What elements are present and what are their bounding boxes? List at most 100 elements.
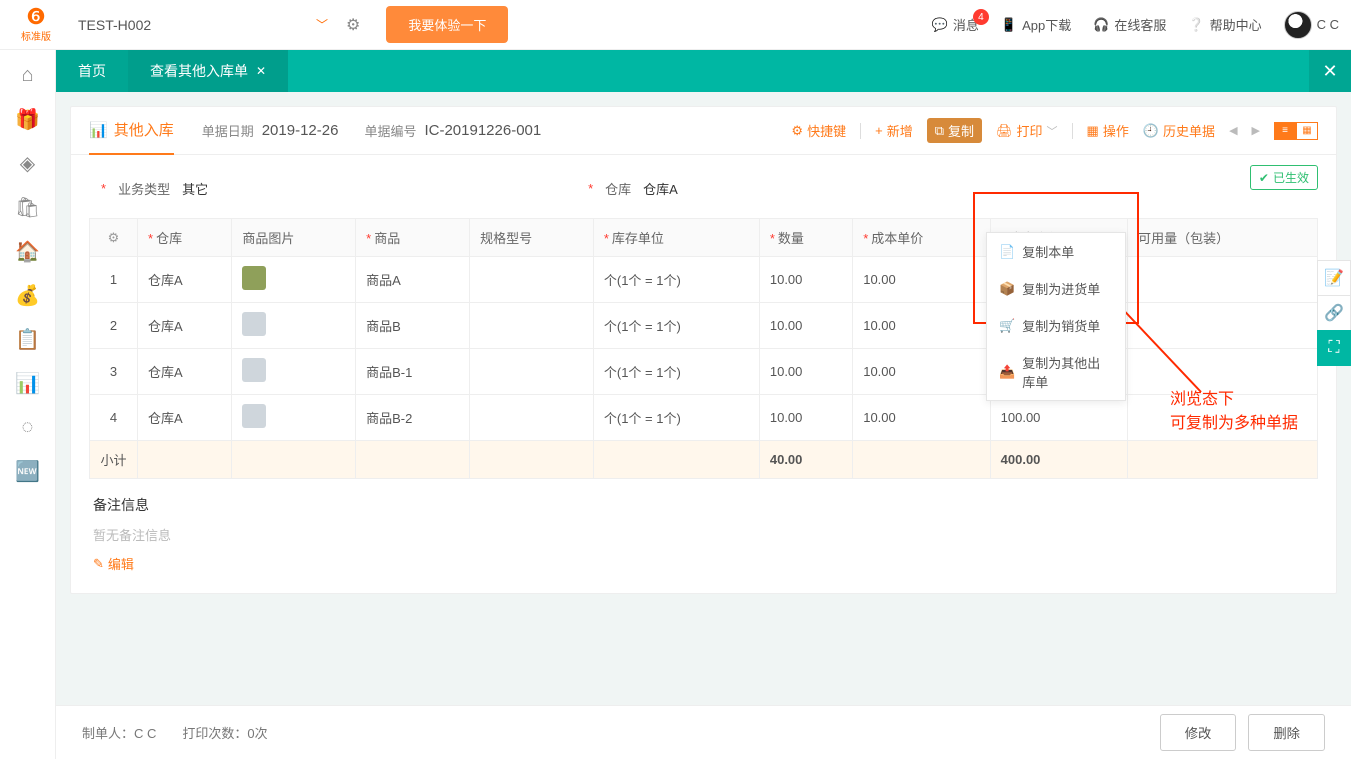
cell-product: 商品B-2 — [356, 395, 470, 441]
col-unit: 库存单位 — [593, 219, 759, 257]
nav-gift-icon[interactable]: 🎁 — [17, 108, 39, 130]
cell-warehouse: 仓库A — [138, 257, 232, 303]
shortcut-action[interactable]: ⚙ 快捷键 — [791, 121, 846, 140]
chevron-left-icon[interactable]: ◀ — [1229, 124, 1237, 137]
required-star: * — [101, 181, 106, 196]
nav-home-icon[interactable]: ⌂ — [17, 64, 39, 86]
biz-type-field: * 业务类型 其它 — [101, 179, 208, 198]
cell-unit-cost: 10.00 — [853, 257, 990, 303]
tab-close-all-button[interactable]: ✕ — [1309, 50, 1351, 92]
table-row[interactable]: 2仓库A商品B个(1个 = 1个)10.0010.00100.00 — [90, 303, 1318, 349]
check-icon: ✔ — [1259, 171, 1269, 185]
org-selector[interactable]: TEST-H002 ﹀ — [78, 16, 328, 33]
divider — [1072, 123, 1073, 139]
table-row[interactable]: 1仓库A商品A个(1个 = 1个)10.0010.00100.00 — [90, 257, 1318, 303]
edit-remarks-link[interactable]: ✎ 编辑 — [93, 554, 134, 573]
remarks-section: 备注信息 暂无备注信息 ✎ 编辑 — [93, 495, 1314, 573]
nav-report-icon[interactable]: 📊 — [17, 372, 39, 394]
table-wrap: ⚙ 仓库 商品图片 商品 规格型号 库存单位 数量 成本单价 成本金额 可用量（… — [89, 218, 1318, 479]
top-right-nav: 💬 消息 4 📱 App下载 🎧 在线客服 ❔ 帮助中心 C C — [932, 11, 1339, 39]
copy-purchase-item[interactable]: 📦复制为进货单 — [987, 270, 1125, 307]
gear-icon: ⚙ — [791, 123, 803, 139]
history-icon: 🕘 — [1143, 123, 1159, 139]
cell-available — [1128, 303, 1318, 349]
copy-other-out-item[interactable]: 📤复制为其他出库单 — [987, 344, 1125, 400]
nav-circle-icon[interactable]: ◌ — [17, 416, 39, 438]
tab-current[interactable]: 查看其他入库单 ✕ — [128, 50, 288, 92]
col-gear[interactable]: ⚙ — [90, 219, 138, 257]
cart-icon: 🛒 — [999, 318, 1015, 334]
modify-button[interactable]: 修改 — [1160, 714, 1237, 751]
cell-spec — [470, 303, 594, 349]
user-menu[interactable]: C C — [1284, 11, 1339, 39]
tab-home[interactable]: 首页 — [56, 50, 128, 92]
expand-icon[interactable]: ⛶ — [1317, 330, 1351, 366]
remarks-title: 备注信息 — [93, 495, 1314, 515]
delete-button[interactable]: 删除 — [1248, 714, 1325, 751]
headset-icon: 🎧 — [1093, 17, 1109, 33]
copy-icon: ⧉ — [935, 123, 944, 139]
view-list-button[interactable]: ≡ — [1274, 122, 1296, 140]
subtotal-qty: 40.00 — [759, 441, 852, 479]
app-download-link[interactable]: 📱 App下载 — [1001, 15, 1071, 34]
table-header-row: ⚙ 仓库 商品图片 商品 规格型号 库存单位 数量 成本单价 成本金额 可用量（… — [90, 219, 1318, 257]
chevron-right-icon[interactable]: ▶ — [1252, 124, 1260, 137]
row-index: 3 — [90, 349, 138, 395]
help-center-link[interactable]: ❔ 帮助中心 — [1188, 15, 1261, 34]
subtotal-label: 小计 — [90, 441, 138, 479]
table-row[interactable]: 4仓库A商品B-2个(1个 = 1个)10.0010.00100.00 — [90, 395, 1318, 441]
col-product: 商品 — [356, 219, 470, 257]
edition-label: 标准版 — [21, 28, 51, 43]
close-icon[interactable]: ✕ — [256, 64, 266, 78]
workspace: 📊 其他入库 单据日期 2019-12-26 单据编号 IC-20191226-… — [56, 92, 1351, 759]
logo-icon: ❻ — [26, 6, 46, 28]
gear-icon[interactable]: ⚙ — [346, 15, 360, 35]
biz-type-value: 其它 — [182, 179, 208, 198]
cell-image — [232, 349, 356, 395]
nav-money-icon[interactable]: 💰 — [17, 284, 39, 306]
divider — [860, 123, 861, 139]
cell-unit-cost: 10.00 — [853, 395, 990, 441]
copy-action[interactable]: ⧉ 复制 — [927, 118, 982, 143]
nav-new-icon[interactable]: 🆕 — [17, 460, 39, 482]
view-grid-button[interactable]: ▦ — [1296, 122, 1318, 140]
footer-meta: 制单人：C C 打印次数：0次 — [82, 723, 268, 742]
history-action[interactable]: 🕘 历史单据 — [1143, 121, 1215, 140]
document-card: 📊 其他入库 单据日期 2019-12-26 单据编号 IC-20191226-… — [70, 106, 1337, 594]
add-action[interactable]: + 新增 — [875, 121, 913, 140]
cell-qty: 10.00 — [759, 395, 852, 441]
no-value: IC-20191226-001 — [424, 122, 541, 139]
nav-warehouse-icon[interactable]: 🏠 — [17, 240, 39, 262]
footer-bar: 制单人：C C 打印次数：0次 修改 删除 — [56, 705, 1351, 759]
messages-link[interactable]: 💬 消息 4 — [932, 15, 979, 34]
note-icon[interactable]: 📝 — [1317, 260, 1351, 296]
nav-clipboard-icon[interactable]: 📋 — [17, 328, 39, 350]
status-badge: ✔ 已生效 — [1250, 165, 1318, 190]
product-thumb-icon — [242, 266, 266, 290]
try-button[interactable]: 我要体验一下 — [386, 6, 508, 43]
copy-sales-item[interactable]: 🛒复制为销货单 — [987, 307, 1125, 344]
nav-bag-icon[interactable]: 🛍 — [17, 196, 39, 218]
date-label: 单据日期 — [202, 121, 254, 140]
warehouse-label: 仓库 — [605, 179, 631, 198]
cell-qty: 10.00 — [759, 257, 852, 303]
cell-qty: 10.00 — [759, 303, 852, 349]
phone-icon: 📱 — [1001, 17, 1017, 33]
left-nav-rail: ⌂ 🎁 ◈ 🛍 🏠 💰 📋 📊 ◌ 🆕 — [0, 50, 56, 759]
card-header: 📊 其他入库 单据日期 2019-12-26 单据编号 IC-20191226-… — [71, 107, 1336, 155]
print-icon: 🖨 — [996, 123, 1013, 139]
link-icon[interactable]: 🔗 — [1317, 295, 1351, 331]
online-service-link[interactable]: 🎧 在线客服 — [1093, 15, 1166, 34]
nav-diamond-icon[interactable]: ◈ — [17, 152, 39, 174]
copy-this-item[interactable]: 📄复制本单 — [987, 233, 1125, 270]
print-action[interactable]: 🖨 打印 ﹀ — [996, 121, 1058, 140]
cell-image — [232, 257, 356, 303]
table-row[interactable]: 3仓库A商品B-1个(1个 = 1个)10.0010.00100.00 — [90, 349, 1318, 395]
doc-type-tab[interactable]: 📊 其他入库 — [89, 107, 174, 155]
cell-spec — [470, 395, 594, 441]
user-name: C C — [1317, 17, 1339, 32]
tab-current-label: 查看其他入库单 — [150, 61, 248, 81]
cell-spec — [470, 257, 594, 303]
ops-action[interactable]: ▦ 操作 — [1087, 121, 1129, 140]
row-index: 1 — [90, 257, 138, 303]
